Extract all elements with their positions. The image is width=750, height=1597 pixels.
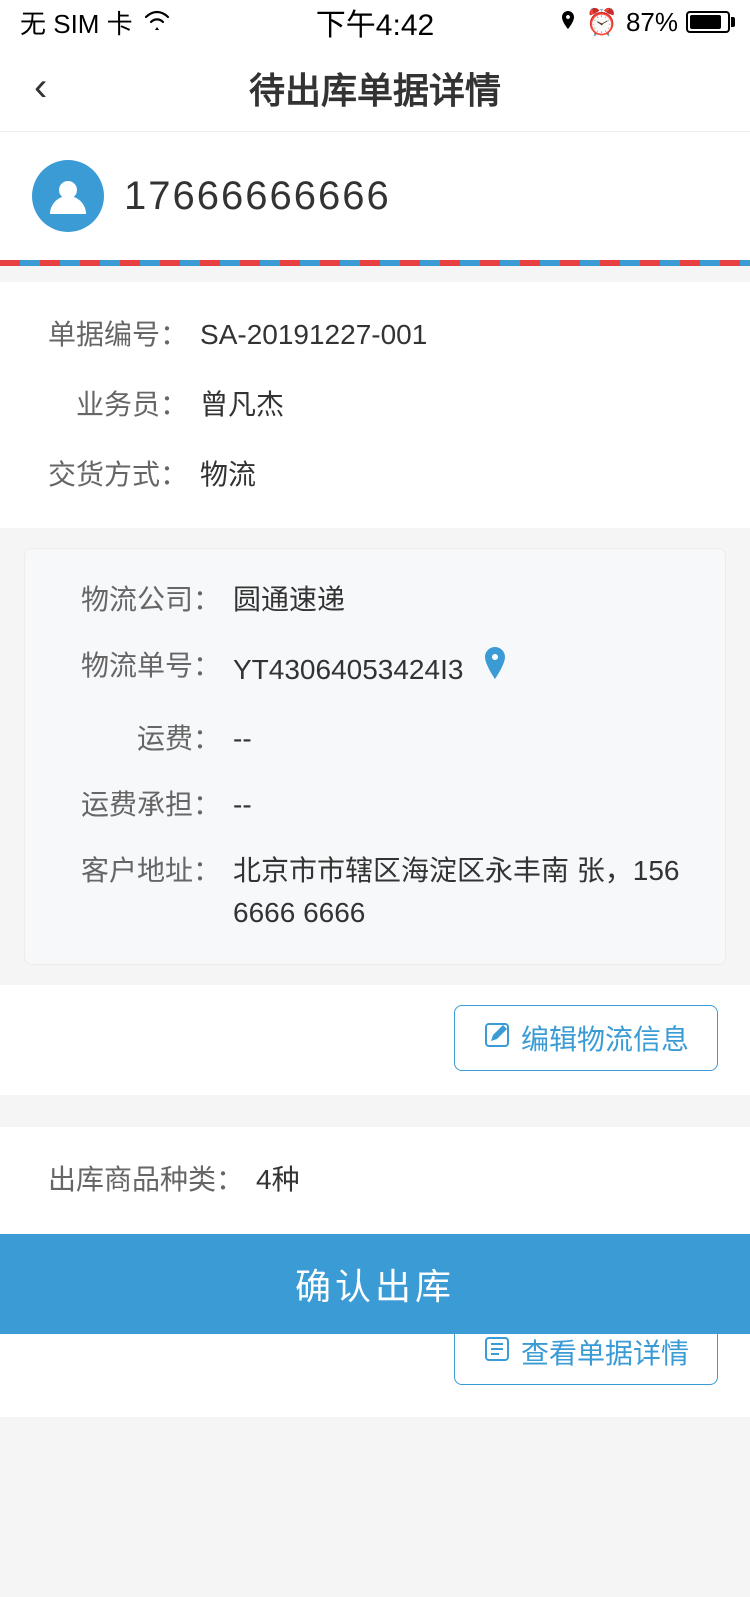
- back-button[interactable]: ‹: [24, 55, 57, 120]
- document-number-value: SA-20191227-001: [200, 314, 702, 356]
- edit-icon: [483, 1021, 511, 1056]
- tracking-number-label: 物流单号：: [65, 645, 221, 687]
- edit-logistics-button[interactable]: 编辑物流信息: [454, 1005, 718, 1071]
- status-bar-left: 无 SIM 卡: [20, 4, 171, 41]
- freight-bearer-label: 运费承担：: [65, 784, 221, 826]
- tracking-number-row: 物流单号： YT43064053424I3: [65, 645, 685, 694]
- address-value: 北京市市辖区海淀区永丰南 张，156 6666 6666: [233, 850, 685, 934]
- freight-bearer-row: 运费承担： --: [65, 784, 685, 826]
- delivery-value: 物流: [200, 454, 702, 496]
- order-info-section: 单据编号： SA-20191227-001 业务员： 曾凡杰 交货方式： 物流: [0, 282, 750, 528]
- agent-row: 业务员： 曾凡杰: [48, 384, 702, 426]
- view-detail-icon: [483, 1335, 511, 1370]
- logistics-company-label: 物流公司：: [65, 579, 221, 621]
- confirm-label: 确认出库: [295, 1258, 455, 1310]
- battery-text: 87%: [626, 7, 678, 38]
- carrier-text: 无 SIM 卡: [20, 4, 133, 41]
- customer-header: 17666666666: [0, 132, 750, 260]
- delivery-label: 交货方式：: [48, 454, 188, 496]
- freight-bearer-value: --: [233, 784, 685, 826]
- page-title: 待出库单据详情: [249, 62, 501, 114]
- tracking-location-icon[interactable]: [479, 645, 511, 694]
- address-row: 客户地址： 北京市市辖区海淀区永丰南 张，156 6666 6666: [65, 850, 685, 934]
- goods-types-row: 出库商品种类： 4种: [48, 1159, 702, 1201]
- bottom-spacer: [0, 1417, 750, 1497]
- status-bar-time: 下午4:42: [316, 0, 434, 44]
- view-detail-label: 查看单据详情: [521, 1332, 689, 1372]
- edit-logistics-row: 编辑物流信息: [0, 985, 750, 1095]
- freight-value: --: [233, 718, 685, 760]
- customer-phone: 17666666666: [124, 174, 391, 219]
- goods-types-label: 出库商品种类：: [48, 1159, 244, 1201]
- nav-bar: ‹ 待出库单据详情: [0, 44, 750, 132]
- status-bar-right: ⏰ 87%: [558, 7, 730, 38]
- customer-avatar: [32, 160, 104, 232]
- section-gap-1: [0, 1095, 750, 1111]
- battery-icon: [686, 11, 730, 33]
- document-number-label: 单据编号：: [48, 314, 188, 356]
- wifi-icon: [143, 7, 171, 38]
- goods-types-value: 4种: [256, 1159, 702, 1201]
- confirm-button[interactable]: 确认出库: [0, 1234, 750, 1334]
- logistics-section: 物流公司： 圆通速递 物流单号： YT43064053424I3 运费： -- …: [24, 548, 726, 965]
- freight-label: 运费：: [65, 718, 221, 760]
- logistics-company-value: 圆通速递: [233, 579, 685, 621]
- agent-value: 曾凡杰: [200, 384, 702, 426]
- freight-row: 运费： --: [65, 718, 685, 760]
- location-status-icon: [558, 7, 578, 38]
- document-number-row: 单据编号： SA-20191227-001: [48, 314, 702, 356]
- edit-logistics-label: 编辑物流信息: [521, 1018, 689, 1058]
- alarm-icon: ⏰: [586, 7, 618, 38]
- dashed-divider: [0, 260, 750, 266]
- status-bar: 无 SIM 卡 下午4:42 ⏰ 87%: [0, 0, 750, 44]
- tracking-number-value: YT43064053424I3: [233, 645, 685, 694]
- address-label: 客户地址：: [65, 850, 221, 892]
- logistics-company-row: 物流公司： 圆通速递: [65, 579, 685, 621]
- delivery-row: 交货方式： 物流: [48, 454, 702, 496]
- agent-label: 业务员：: [48, 384, 188, 426]
